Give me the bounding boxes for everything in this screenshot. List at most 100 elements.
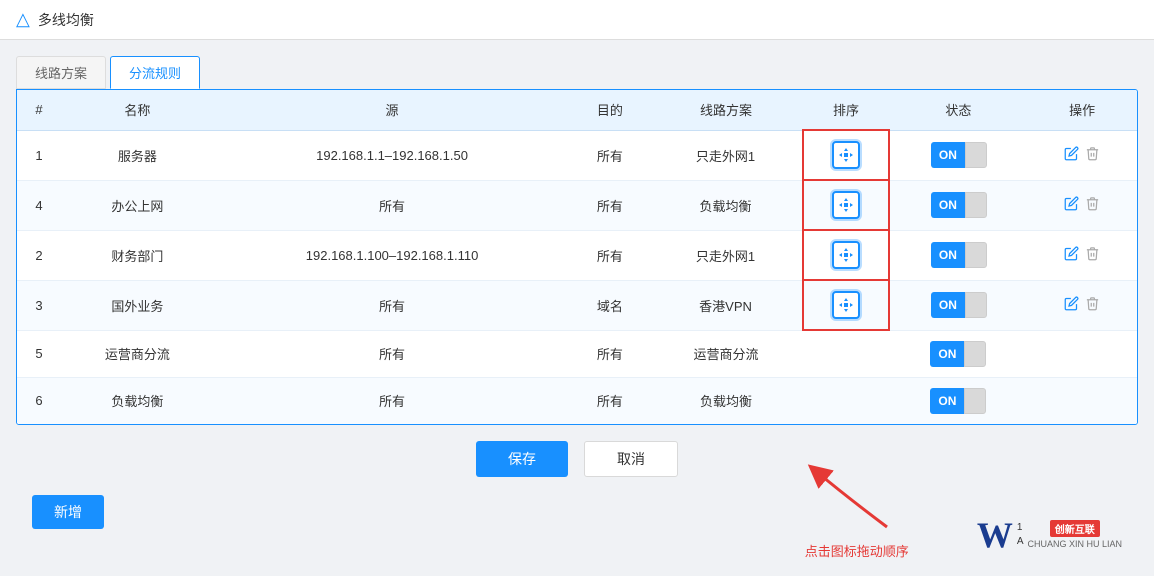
cell-dest: 所有 (570, 330, 649, 377)
cell-status: ON (889, 180, 1027, 230)
toggle-switch[interactable]: ON (931, 192, 987, 218)
cell-plan: 运营商分流 (650, 330, 803, 377)
cell-rank (803, 230, 890, 280)
cell-dest: 所有 (570, 130, 649, 180)
toggle-switch[interactable]: ON (930, 341, 986, 367)
logo-icon: △ (16, 9, 30, 30)
cell-index: 2 (17, 230, 61, 280)
table-row: 4办公上网所有所有负载均衡ON (17, 180, 1137, 230)
edit-button[interactable] (1064, 246, 1079, 261)
watermark: W 1 A 创新互联 CHUANG XIN HU LIAN (977, 514, 1122, 556)
cell-index: 1 (17, 130, 61, 180)
tab-split-rule[interactable]: 分流规则 (110, 56, 200, 89)
cell-name: 财务部门 (61, 230, 214, 280)
col-ops: 操作 (1027, 90, 1137, 130)
delete-button[interactable] (1085, 246, 1100, 261)
cell-plan: 负载均衡 (650, 377, 803, 424)
drag-icon[interactable] (832, 141, 860, 169)
cell-status: ON (889, 377, 1027, 424)
toggle-slider (965, 142, 987, 168)
tab-line-plan[interactable]: 线路方案 (16, 56, 106, 89)
col-rank: 排序 (803, 90, 890, 130)
delete-button[interactable] (1085, 146, 1100, 161)
cell-index: 3 (17, 280, 61, 330)
cell-status: ON (889, 130, 1027, 180)
cell-dest: 所有 (570, 230, 649, 280)
cell-dest: 所有 (570, 377, 649, 424)
table-row: 2财务部门192.168.1.100–192.168.1.110所有只走外网1 O… (17, 230, 1137, 280)
cell-plan: 只走外网1 (650, 130, 803, 180)
cell-ops (1027, 280, 1137, 330)
cell-status: ON (889, 280, 1027, 330)
toggle-slider (964, 388, 986, 414)
annotation-area: 点击图标拖动顺序 (797, 457, 917, 560)
cell-rank (803, 330, 890, 377)
cell-name: 办公上网 (61, 180, 214, 230)
toggle-switch[interactable]: ON (931, 142, 987, 168)
toggle-on-label: ON (931, 192, 965, 218)
toggle-switch[interactable]: ON (931, 292, 987, 318)
cell-index: 4 (17, 180, 61, 230)
app-header: △ 多线均衡 (0, 0, 1154, 40)
toggle-slider (965, 242, 987, 268)
cell-source: 所有 (214, 330, 570, 377)
toggle-slider (965, 192, 987, 218)
delete-button[interactable] (1085, 296, 1100, 311)
toggle-on-label: ON (931, 292, 965, 318)
cell-status: ON (889, 230, 1027, 280)
cell-plan: 负载均衡 (650, 180, 803, 230)
drag-icon[interactable] (832, 291, 860, 319)
toggle-slider (964, 341, 986, 367)
delete-button[interactable] (1085, 196, 1100, 211)
cell-status: ON (889, 330, 1027, 377)
save-button[interactable]: 保存 (476, 441, 568, 477)
toggle-on-label: ON (931, 242, 965, 268)
cell-plan: 只走外网1 (650, 230, 803, 280)
rules-table: # 名称 源 目的 线路方案 排序 状态 操作 1服务器192.168.1.1–… (17, 90, 1137, 424)
cell-rank (803, 377, 890, 424)
cell-ops (1027, 130, 1137, 180)
cell-source: 192.168.1.1–192.168.1.50 (214, 130, 570, 180)
col-index: # (17, 90, 61, 130)
cell-rank (803, 280, 890, 330)
toggle-slider (965, 292, 987, 318)
edit-button[interactable] (1064, 146, 1079, 161)
watermark-text: 1 A (1017, 521, 1024, 549)
col-name: 名称 (61, 90, 214, 130)
arrow-annotation (797, 457, 917, 537)
table-wrapper: # 名称 源 目的 线路方案 排序 状态 操作 1服务器192.168.1.1–… (16, 89, 1138, 425)
watermark-w: W (977, 514, 1013, 556)
cell-ops (1027, 230, 1137, 280)
col-plan: 线路方案 (650, 90, 803, 130)
edit-button[interactable] (1064, 196, 1079, 211)
drag-icon[interactable] (832, 241, 860, 269)
add-button[interactable]: 新增 (32, 495, 104, 529)
tabs-bar: 线路方案 分流规则 (16, 56, 1138, 89)
cell-name: 国外业务 (61, 280, 214, 330)
drag-icon[interactable] (832, 191, 860, 219)
cell-name: 运营商分流 (61, 330, 214, 377)
cell-ops (1027, 377, 1137, 424)
cell-source: 所有 (214, 280, 570, 330)
cell-ops (1027, 330, 1137, 377)
cell-rank (803, 130, 890, 180)
col-status: 状态 (889, 90, 1027, 130)
cell-dest: 所有 (570, 180, 649, 230)
cancel-button[interactable]: 取消 (584, 441, 678, 477)
cell-index: 6 (17, 377, 61, 424)
bottom-actions: 保存 取消 (16, 425, 1138, 487)
main-content: 线路方案 分流规则 # 名称 源 目的 线路方案 排序 状态 操作 1服务器19… (0, 40, 1154, 576)
footer-area: 新增 点击图标拖动顺序 W 1 A 创新互联 (16, 487, 1138, 560)
toggle-switch[interactable]: ON (931, 242, 987, 268)
annotation-text: 点击图标拖动顺序 (805, 541, 909, 560)
app-title: 多线均衡 (38, 10, 94, 30)
cell-dest: 域名 (570, 280, 649, 330)
edit-button[interactable] (1064, 296, 1079, 311)
cell-name: 负载均衡 (61, 377, 214, 424)
col-dest: 目的 (570, 90, 649, 130)
toggle-switch[interactable]: ON (930, 388, 986, 414)
cell-source: 192.168.1.100–192.168.1.110 (214, 230, 570, 280)
cell-source: 所有 (214, 377, 570, 424)
toggle-on-label: ON (930, 341, 964, 367)
cell-name: 服务器 (61, 130, 214, 180)
